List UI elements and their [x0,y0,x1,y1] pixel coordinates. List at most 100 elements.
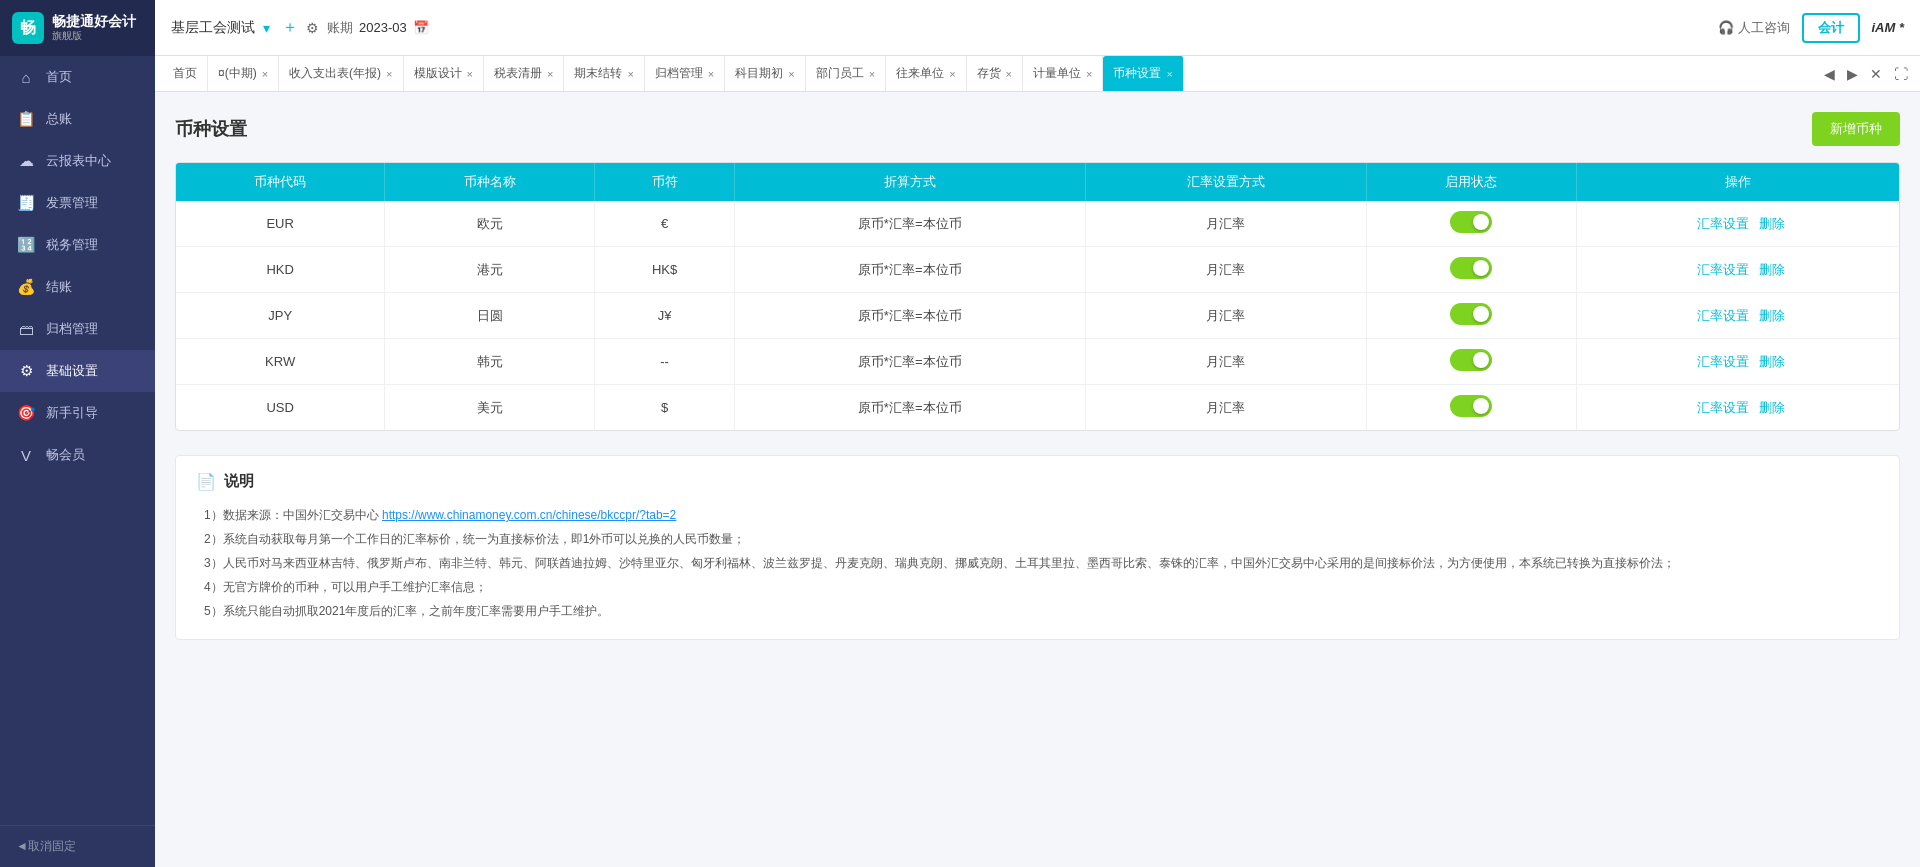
tab-income[interactable]: 收入支出表(年报) × [279,56,403,92]
tab-close-all-button[interactable]: ✕ [1866,66,1886,82]
tabbar-nav-buttons: ◀ ▶ ✕ ⛶ [1820,66,1912,82]
tab-period[interactable]: ¤(中期) × [208,56,279,92]
cell-name-2: 日圆 [385,293,595,339]
tab-close-period_end[interactable]: × [627,68,633,80]
rate-setting-link-1[interactable]: 汇率设置 [1697,262,1749,277]
tab-prev-button[interactable]: ◀ [1820,66,1839,82]
new-currency-button[interactable]: 新增币种 [1812,112,1900,146]
tab-label-tax: 税表清册 [494,65,542,82]
delete-link-1[interactable]: 删除 [1759,262,1785,277]
sidebar-icon-invoice: 🧾 [16,194,36,212]
sidebar-nav: ⌂ 首页 📋 总账 ☁ 云报表中心 🧾 发票管理 🔢 税务管理 💰 结账 🗃 归… [0,56,155,825]
toggle-thumb-2 [1473,306,1489,322]
sidebar-label-settle: 结账 [46,278,72,296]
tab-close-currency[interactable]: × [1166,68,1172,80]
tab-close-inventory[interactable]: × [1006,68,1012,80]
sidebar-item-reports[interactable]: ☁ 云报表中心 [0,140,155,182]
tab-close-partner[interactable]: × [949,68,955,80]
tab-close-unit[interactable]: × [1086,68,1092,80]
tab-label-currency: 币种设置 [1113,65,1161,82]
tab-close-subject[interactable]: × [788,68,794,80]
company-dropdown-icon[interactable]: ▾ [263,20,270,36]
note-items: 1）数据来源：中国外汇交易中心 https://www.chinamoney.c… [196,503,1879,623]
sidebar-icon-guide: 🎯 [16,404,36,422]
toggle-3[interactable] [1450,349,1492,371]
rate-setting-link-2[interactable]: 汇率设置 [1697,308,1749,323]
cell-code-4: USD [176,385,385,431]
tab-currency[interactable]: 币种设置 × [1103,56,1183,92]
sidebar-item-archive[interactable]: 🗃 归档管理 [0,308,155,350]
tab-label-income: 收入支出表(年报) [289,65,381,82]
delete-link-4[interactable]: 删除 [1759,400,1785,415]
tab-period_end[interactable]: 期末结转 × [564,56,644,92]
tab-home[interactable]: 首页 [163,56,208,92]
service-btn[interactable]: 🎧 人工咨询 [1718,19,1790,37]
sidebar-item-vip[interactable]: V 畅会员 [0,434,155,476]
sidebar-item-settle[interactable]: 💰 结账 [0,266,155,308]
sidebar-item-guide[interactable]: 🎯 新手引导 [0,392,155,434]
tab-partner[interactable]: 往来单位 × [886,56,966,92]
tab-close-dept[interactable]: × [869,68,875,80]
tab-label-dept: 部门员工 [816,65,864,82]
sidebar-label-archive: 归档管理 [46,320,98,338]
sidebar-item-basic[interactable]: ⚙ 基础设置 [0,350,155,392]
chinamoney-link[interactable]: https://www.chinamoney.com.cn/chinese/bk… [382,508,676,522]
tab-close-template[interactable]: × [467,68,473,80]
tab-label-subject: 科目期初 [735,65,783,82]
tab-dept[interactable]: 部门员工 × [806,56,886,92]
tab-inventory[interactable]: 存货 × [967,56,1023,92]
toggle-0[interactable] [1450,211,1492,233]
delete-link-0[interactable]: 删除 [1759,216,1785,231]
cell-code-3: KRW [176,339,385,385]
logo-text: 畅捷通好会计 旗舰版 [52,13,136,44]
sidebar-label-guide: 新手引导 [46,404,98,422]
tab-close-income[interactable]: × [386,68,392,80]
tab-close-archive[interactable]: × [708,68,714,80]
tab-unit[interactable]: 计量单位 × [1023,56,1103,92]
rate-setting-link-4[interactable]: 汇率设置 [1697,400,1749,415]
sidebar-item-ledger[interactable]: 📋 总账 [0,98,155,140]
note-section: 📄 说明 1）数据来源：中国外汇交易中心 https://www.chinamo… [175,455,1900,640]
tab-template[interactable]: 模版设计 × [404,56,484,92]
col-method: 折算方式 [734,163,1085,201]
sidebar-label-invoice: 发票管理 [46,194,98,212]
sidebar-item-invoice[interactable]: 🧾 发票管理 [0,182,155,224]
page-title: 币种设置 [175,117,247,141]
tab-next-button[interactable]: ▶ [1843,66,1862,82]
cell-name-0: 欧元 [385,201,595,247]
account-button[interactable]: 会计 [1802,13,1860,43]
add-tab-button[interactable]: ＋ [282,17,298,38]
toggle-1[interactable] [1450,257,1492,279]
cell-code-2: JPY [176,293,385,339]
sidebar-footer[interactable]: ◄取消固定 [0,825,155,867]
toggle-track-4 [1450,395,1492,417]
sidebar-item-tax[interactable]: 🔢 税务管理 [0,224,155,266]
tab-expand-button[interactable]: ⛶ [1890,66,1912,82]
note-item-4: 5）系统只能自动抓取2021年度后的汇率，之前年度汇率需要用户手工维护。 [196,599,1879,623]
sidebar-icon-basic: ⚙ [16,362,36,380]
currency-table-container: 币种代码 币种名称 币符 折算方式 汇率设置方式 启用状态 操作 EUR 欧元 … [175,162,1900,431]
toggle-4[interactable] [1450,395,1492,417]
delete-link-3[interactable]: 删除 [1759,354,1785,369]
toggle-track-3 [1450,349,1492,371]
sidebar-item-home[interactable]: ⌂ 首页 [0,56,155,98]
delete-link-2[interactable]: 删除 [1759,308,1785,323]
tab-close-period[interactable]: × [262,68,268,80]
tab-archive[interactable]: 归档管理 × [645,56,725,92]
table-row: HKD 港元 HK$ 原币*汇率=本位币 月汇率 汇率设置 删除 [176,247,1899,293]
cell-rate-type-1: 月汇率 [1085,247,1366,293]
sidebar-label-tax: 税务管理 [46,236,98,254]
tab-tax[interactable]: 税表清册 × [484,56,564,92]
sidebar: 畅 畅捷通好会计 旗舰版 ⌂ 首页 📋 总账 ☁ 云报表中心 🧾 发票管理 🔢 … [0,0,155,867]
toggle-2[interactable] [1450,303,1492,325]
currency-table: 币种代码 币种名称 币符 折算方式 汇率设置方式 启用状态 操作 EUR 欧元 … [176,163,1899,430]
cell-action-4: 汇率设置 删除 [1577,385,1899,431]
settings-icon[interactable]: ⚙ [306,20,319,36]
tab-subject[interactable]: 科目期初 × [725,56,805,92]
sidebar-icon-reports: ☁ [16,152,36,170]
calendar-icon[interactable]: 📅 [413,20,429,35]
note-item-3: 4）无官方牌价的币种，可以用户手工维护汇率信息； [196,575,1879,599]
rate-setting-link-0[interactable]: 汇率设置 [1697,216,1749,231]
tab-close-tax[interactable]: × [547,68,553,80]
rate-setting-link-3[interactable]: 汇率设置 [1697,354,1749,369]
